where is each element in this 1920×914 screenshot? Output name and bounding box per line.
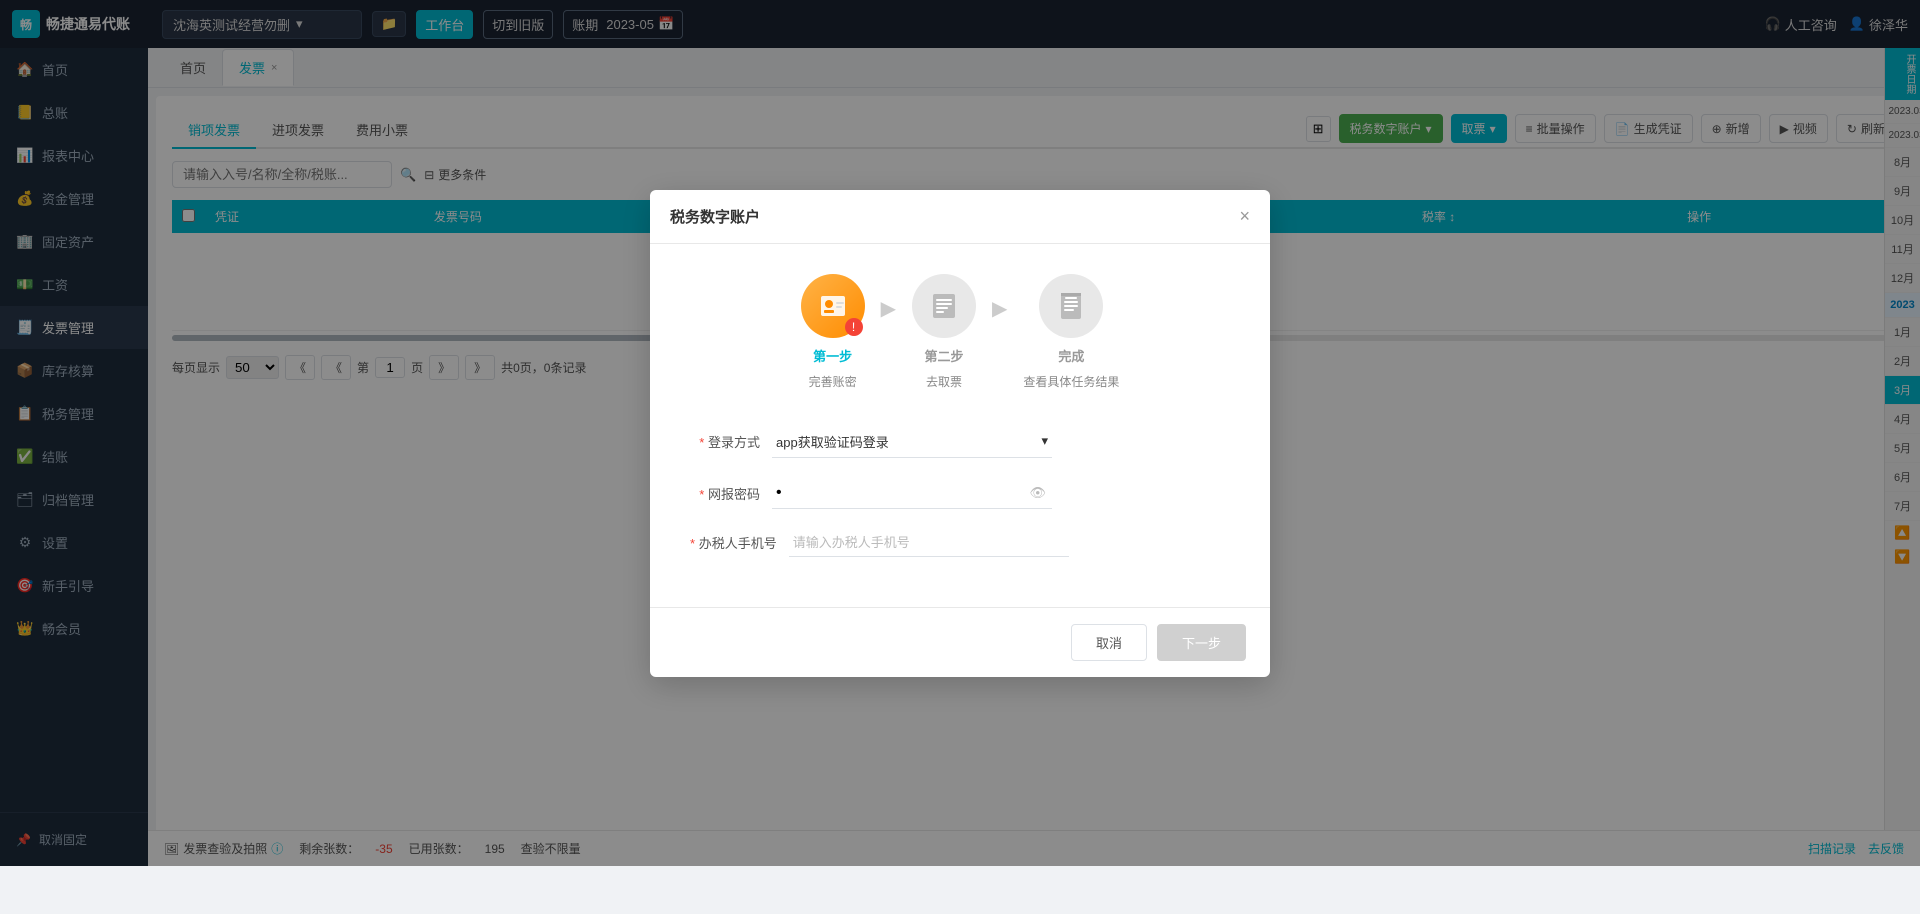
required-star-3: * xyxy=(690,536,695,551)
step-2-desc: 去取票 xyxy=(926,373,962,390)
modal-header: 税务数字账户 × xyxy=(650,190,1270,244)
login-method-label: * 登录方式 xyxy=(690,432,760,451)
step-complete-label: 完成 xyxy=(1058,346,1084,365)
step-2: 第二步 去取票 xyxy=(912,274,976,390)
login-method-select[interactable]: app获取验证码登录 ▾ xyxy=(772,426,1052,458)
step-complete-desc: 查看具体任务结果 xyxy=(1023,373,1119,390)
steps-container: ! 第一步 完善账密 ▶ xyxy=(690,274,1230,390)
step-arrow-1: ▶ xyxy=(865,296,912,321)
modal-close-button[interactable]: × xyxy=(1239,207,1250,225)
required-star-2: * xyxy=(699,487,704,502)
tax-account-modal: 税务数字账户 × ! xyxy=(650,190,1270,677)
login-method-field: * 登录方式 app获取验证码登录 ▾ xyxy=(690,426,1230,458)
step-complete-icon xyxy=(1039,274,1103,338)
password-input[interactable] xyxy=(772,478,1023,508)
password-label: * 网报密码 xyxy=(690,484,760,503)
phone-label: * 办税人手机号 xyxy=(690,533,777,552)
cancel-button[interactable]: 取消 xyxy=(1071,624,1147,661)
step-2-icon xyxy=(912,274,976,338)
modal-body: ! 第一步 完善账密 ▶ xyxy=(650,244,1270,607)
step-complete: 完成 查看具体任务结果 xyxy=(1023,274,1119,390)
modal-overlay: 税务数字账户 × ! xyxy=(0,0,1920,866)
step-1-label: 第一步 xyxy=(813,346,852,365)
eye-toggle-icon[interactable]: 👁 xyxy=(1023,485,1052,501)
phone-input[interactable] xyxy=(789,529,1069,557)
step-1-badge: ! xyxy=(845,318,863,336)
step-1-desc: 完善账密 xyxy=(809,373,857,390)
select-chevron-icon: ▾ xyxy=(1041,433,1048,449)
modal-title: 税务数字账户 xyxy=(670,206,760,227)
step-1-icon: ! xyxy=(801,274,865,338)
password-field: * 网报密码 👁 xyxy=(690,478,1230,509)
step-arrow-2: ▶ xyxy=(976,296,1023,321)
phone-field: * 办税人手机号 xyxy=(690,529,1230,557)
next-button[interactable]: 下一步 xyxy=(1157,624,1246,661)
step-2-label: 第二步 xyxy=(924,346,963,365)
login-method-value: app获取验证码登录 xyxy=(776,432,889,451)
required-star: * xyxy=(699,435,704,450)
step-1: ! 第一步 完善账密 xyxy=(801,274,865,390)
modal-footer: 取消 下一步 xyxy=(650,607,1270,677)
password-input-wrapper: 👁 xyxy=(772,478,1052,509)
